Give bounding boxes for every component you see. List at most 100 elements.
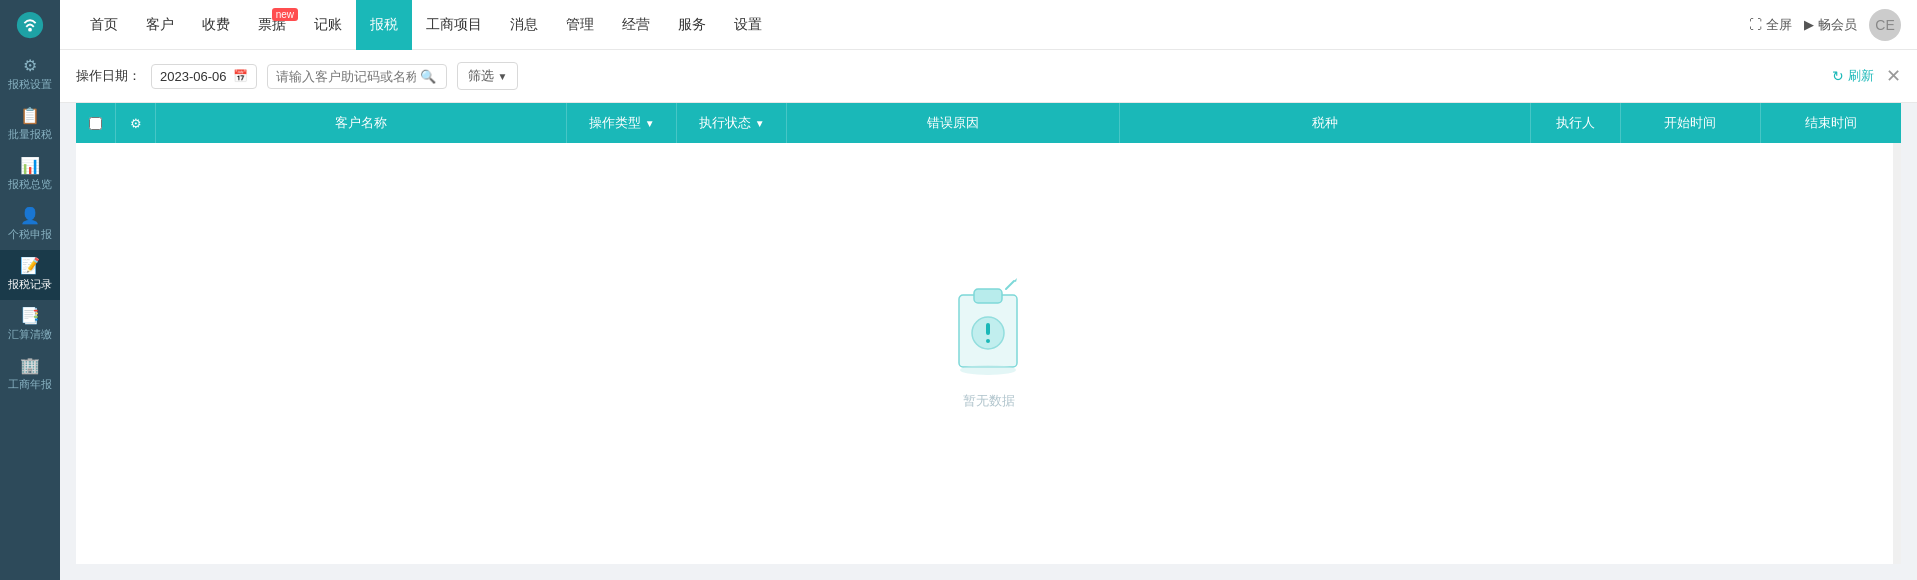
table-header: ⚙ 客户名称 操作类型 ▼ 执行状态 ▼ 错误原因 税种 bbox=[76, 103, 1901, 143]
date-label: 操作日期： bbox=[76, 67, 141, 85]
th-checkbox[interactable] bbox=[76, 103, 116, 143]
search-icon: 🔍 bbox=[420, 69, 436, 84]
nav-item-shezhi[interactable]: 设置 bbox=[720, 0, 776, 50]
member-button[interactable]: ▶ 畅会员 bbox=[1804, 16, 1857, 34]
nav-label: 消息 bbox=[510, 16, 538, 34]
th-taxtype: 税种 bbox=[1120, 103, 1531, 143]
sidebar: ⚙ 报税设置 📋 批量报税 📊 报税总览 👤 个税申报 📝 报税记录 📑 汇算清… bbox=[0, 0, 60, 580]
empty-text: 暂无数据 bbox=[963, 392, 1015, 410]
sidebar-item-label: 报税总览 bbox=[8, 177, 52, 192]
nav-item-shouye[interactable]: 首页 bbox=[76, 0, 132, 50]
nav-item-xiaoxi[interactable]: 消息 bbox=[496, 0, 552, 50]
fullscreen-icon: ⛶ bbox=[1749, 17, 1762, 32]
nav-item-jizhang[interactable]: 记账 bbox=[300, 0, 356, 50]
sidebar-logo bbox=[0, 0, 60, 50]
nav-label: 经营 bbox=[622, 16, 650, 34]
th-client: 客户名称 bbox=[156, 103, 567, 143]
th-client-label: 客户名称 bbox=[335, 114, 387, 132]
nav-label: 客户 bbox=[146, 16, 174, 34]
filter-icon: ▼ bbox=[645, 118, 655, 129]
sidebar-item-huisuanqingsuan[interactable]: 📑 汇算清缴 bbox=[0, 300, 60, 350]
th-settings[interactable]: ⚙ bbox=[116, 103, 156, 143]
sidebar-item-label: 个税申报 bbox=[8, 227, 52, 242]
refresh-label: 刷新 bbox=[1848, 67, 1874, 85]
user-initials: CE bbox=[1875, 17, 1894, 33]
th-status: 执行状态 ▼ bbox=[677, 103, 787, 143]
search-input[interactable] bbox=[276, 69, 416, 84]
scrollbar[interactable] bbox=[1893, 143, 1901, 564]
topnav: 首页 客户 收费 票据 new 记账 报税 工商项目 消息 bbox=[60, 0, 1917, 50]
sidebar-item-baoshuijilu[interactable]: 📝 报税记录 bbox=[0, 250, 60, 300]
svg-rect-6 bbox=[986, 339, 990, 343]
fullscreen-label: 全屏 bbox=[1766, 16, 1792, 34]
nav-item-baoshui[interactable]: 报税 bbox=[356, 0, 412, 50]
person-icon: 👤 bbox=[20, 208, 40, 224]
empty-illustration bbox=[944, 277, 1034, 382]
th-status-label: 执行状态 bbox=[699, 114, 751, 132]
th-endtime: 结束时间 bbox=[1761, 103, 1901, 143]
select-all-checkbox[interactable] bbox=[89, 117, 102, 130]
th-executor: 执行人 bbox=[1531, 103, 1621, 143]
nav-item-piaoju[interactable]: 票据 new bbox=[244, 0, 300, 50]
nav-item-fuwu[interactable]: 服务 bbox=[664, 0, 720, 50]
content: 操作日期： 2023-06-06 📅 🔍 筛选 ▼ ↻ 刷新 ✕ bbox=[60, 50, 1917, 580]
nav-item-kehu[interactable]: 客户 bbox=[132, 0, 188, 50]
record-icon: 📝 bbox=[20, 258, 40, 274]
search-box[interactable]: 🔍 bbox=[267, 64, 447, 89]
nav-item-jingying[interactable]: 经营 bbox=[608, 0, 664, 50]
nav-label: 服务 bbox=[678, 16, 706, 34]
settings-icon: ⚙ bbox=[23, 58, 37, 74]
filter-icon: ▼ bbox=[755, 118, 765, 129]
calendar-icon: 📅 bbox=[233, 69, 248, 83]
nav-item-guanli[interactable]: 管理 bbox=[552, 0, 608, 50]
batch-icon: 📋 bbox=[20, 108, 40, 124]
nav-label: 设置 bbox=[734, 16, 762, 34]
sidebar-item-piliangbaoshui[interactable]: 📋 批量报税 bbox=[0, 100, 60, 150]
member-label: 畅会员 bbox=[1818, 16, 1857, 34]
close-icon: ✕ bbox=[1886, 66, 1901, 86]
sidebar-item-label: 工商年报 bbox=[8, 377, 52, 392]
th-endtime-label: 结束时间 bbox=[1805, 114, 1857, 132]
th-executor-label: 执行人 bbox=[1556, 114, 1595, 132]
sidebar-item-baoshuizonglan[interactable]: 📊 报税总览 bbox=[0, 150, 60, 200]
video-icon: ▶ bbox=[1804, 17, 1814, 32]
annual-icon: 🏢 bbox=[20, 358, 40, 374]
svg-line-7 bbox=[1006, 281, 1014, 289]
nav-label: 工商项目 bbox=[426, 16, 482, 34]
overview-icon: 📊 bbox=[20, 158, 40, 174]
th-starttime: 开始时间 bbox=[1621, 103, 1761, 143]
nav-items: 首页 客户 收费 票据 new 记账 报税 工商项目 消息 bbox=[76, 0, 1749, 50]
th-optype: 操作类型 ▼ bbox=[567, 103, 677, 143]
nav-label: 管理 bbox=[566, 16, 594, 34]
th-optype-label: 操作类型 bbox=[589, 114, 641, 132]
date-value: 2023-06-06 bbox=[160, 69, 227, 84]
new-badge: new bbox=[272, 8, 298, 21]
sidebar-item-label: 报税设置 bbox=[8, 77, 52, 92]
toolbar-right: ↻ 刷新 ✕ bbox=[1832, 67, 1901, 85]
nav-item-gongshangxiangmu[interactable]: 工商项目 bbox=[412, 0, 496, 50]
refresh-button[interactable]: ↻ 刷新 bbox=[1832, 67, 1874, 85]
user-avatar[interactable]: CE bbox=[1869, 9, 1901, 41]
empty-state: 暂无数据 bbox=[944, 277, 1034, 410]
svg-point-9 bbox=[960, 365, 1016, 375]
th-starttime-label: 开始时间 bbox=[1664, 114, 1716, 132]
svg-rect-5 bbox=[986, 323, 990, 335]
sidebar-item-baoshuishezhi[interactable]: ⚙ 报税设置 bbox=[0, 50, 60, 100]
nav-label: 首页 bbox=[90, 16, 118, 34]
topnav-right: ⛶ 全屏 ▶ 畅会员 CE bbox=[1749, 9, 1901, 41]
th-error: 错误原因 bbox=[787, 103, 1119, 143]
nav-item-shoufei[interactable]: 收费 bbox=[188, 0, 244, 50]
th-taxtype-label: 税种 bbox=[1312, 114, 1338, 132]
sidebar-item-gongshangnianabao[interactable]: 🏢 工商年报 bbox=[0, 350, 60, 400]
sidebar-item-label: 报税记录 bbox=[8, 277, 52, 292]
gear-icon: ⚙ bbox=[130, 116, 142, 131]
sidebar-item-geshuishenbao[interactable]: 👤 个税申报 bbox=[0, 200, 60, 250]
date-picker[interactable]: 2023-06-06 📅 bbox=[151, 64, 257, 89]
close-button[interactable]: ✕ bbox=[1886, 67, 1901, 85]
refresh-icon: ↻ bbox=[1832, 68, 1844, 84]
fullscreen-button[interactable]: ⛶ 全屏 bbox=[1749, 16, 1792, 34]
svg-rect-3 bbox=[974, 289, 1002, 303]
chevron-down-icon: ▼ bbox=[498, 71, 508, 82]
filter-button[interactable]: 筛选 ▼ bbox=[457, 62, 519, 90]
th-error-label: 错误原因 bbox=[927, 114, 979, 132]
